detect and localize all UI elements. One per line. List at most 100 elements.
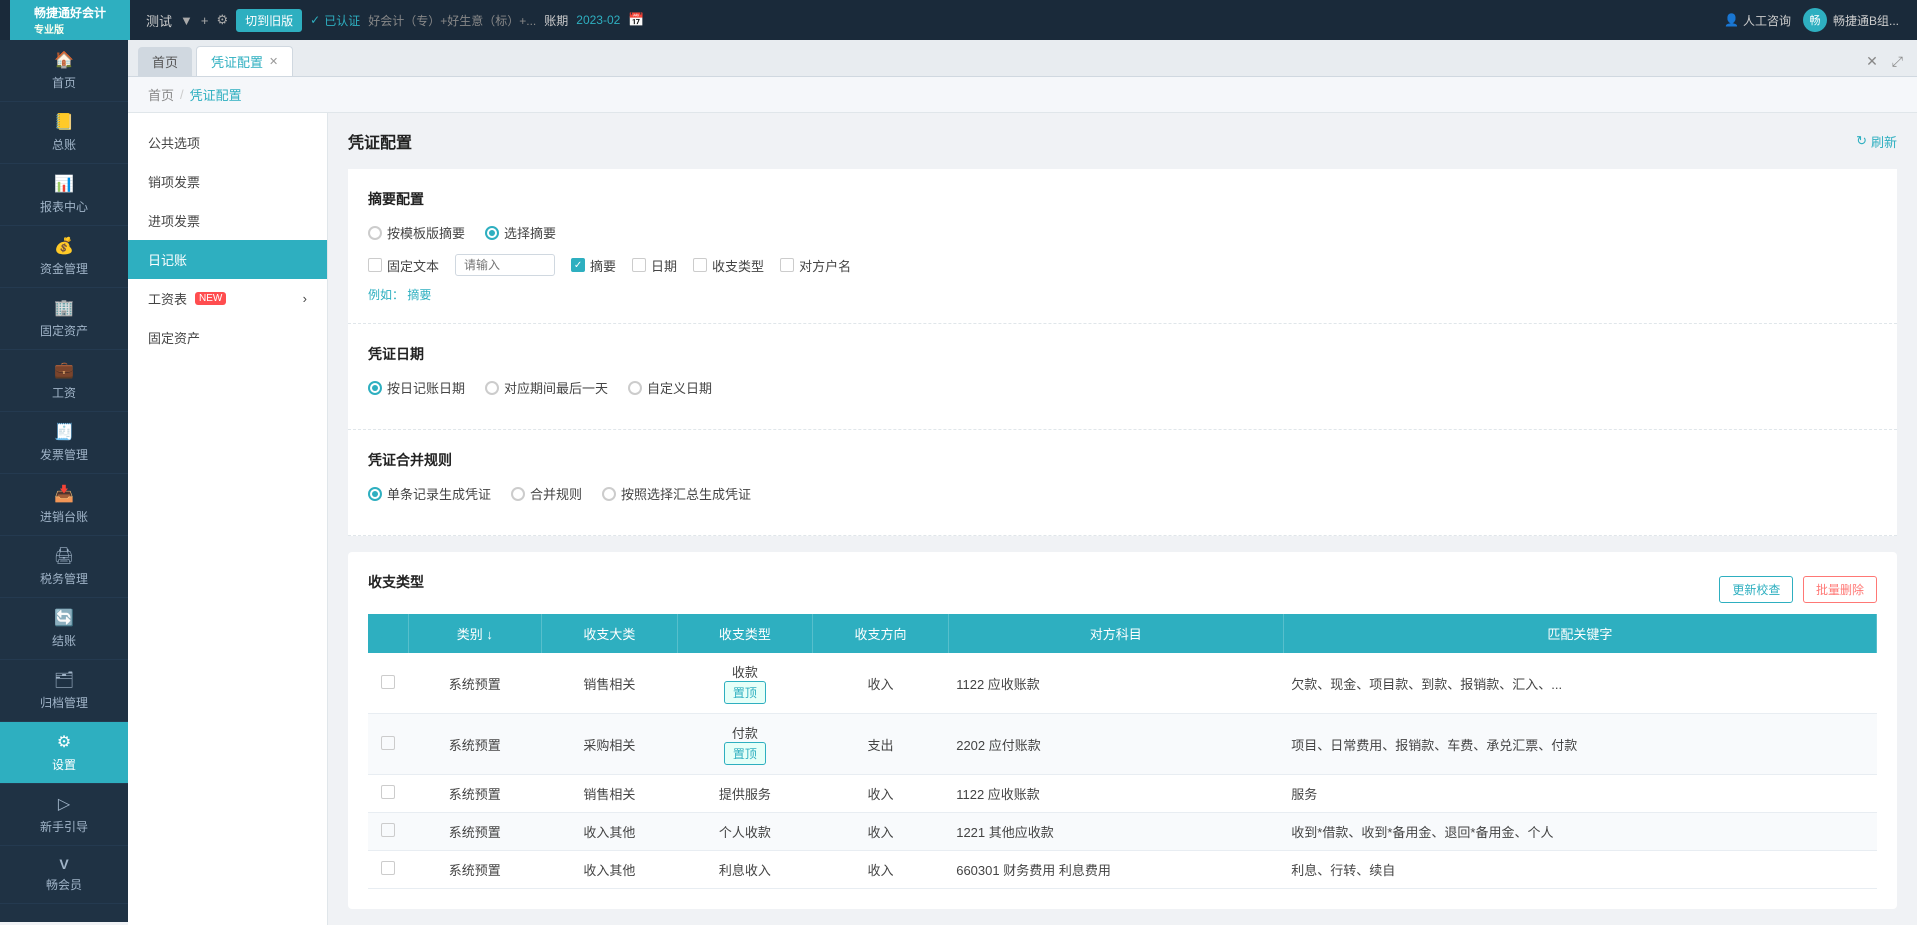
sub-sidebar-item-daily-ledger[interactable]: 日记账	[128, 240, 327, 279]
row-checkbox-0[interactable]	[381, 675, 395, 689]
sidebar-item-invoice-mgmt[interactable]: 🧾 发票管理	[0, 412, 128, 474]
home-icon: 🏠	[54, 50, 74, 70]
col-direction: 收支方向	[813, 614, 949, 653]
radio-dot-select-total	[602, 487, 616, 501]
tab-home[interactable]: 首页	[138, 47, 192, 76]
cell-type: 提供服务	[677, 775, 813, 813]
update-check-btn[interactable]: 更新校查	[1719, 576, 1793, 603]
radio-single[interactable]: 单条记录生成凭证	[368, 484, 491, 503]
summary-radio-group: 按模板版摘要 选择摘要	[368, 223, 1877, 242]
switch-old-version-btn[interactable]: 切到旧版	[236, 9, 302, 32]
ledger-icon: 📒	[54, 112, 74, 132]
batch-delete-btn[interactable]: 批量删除	[1803, 576, 1877, 603]
tab-bar: 首页 凭证配置 ✕ ✕ ⤢	[128, 40, 1917, 77]
merge-section-title: 凭证合并规则	[368, 450, 1877, 470]
radio-merge-rule[interactable]: 合并规则	[511, 484, 582, 503]
type-tag-btn[interactable]: 置顶	[724, 742, 766, 765]
row-checkbox-3[interactable]	[381, 823, 395, 837]
sidebar-item-salary[interactable]: 💼 工资	[0, 350, 128, 412]
sub-sidebar-item-purchase-invoice[interactable]: 进项发票	[128, 201, 327, 240]
breadcrumb-sep: /	[180, 87, 184, 102]
counterpart-checkbox[interactable]: 对方户名	[780, 256, 851, 275]
sidebar-label-member: 畅会员	[46, 876, 82, 893]
income-expense-section: 收支类型 更新校查 批量删除 类别 ↓	[348, 552, 1897, 909]
tab-voucher-config[interactable]: 凭证配置 ✕	[196, 46, 293, 76]
main-layout: 首页 凭证配置 ✕ ✕ ⤢ 首页 / 凭证配置 公共选项 销项发票 进项发票	[128, 40, 1917, 925]
radio-select-total[interactable]: 按照选择汇总生成凭证	[602, 484, 751, 503]
user-info[interactable]: 畅 畅捷通B组...	[1803, 8, 1899, 32]
sub-sidebar-item-payroll-table[interactable]: 工资表 NEW ›	[128, 279, 327, 318]
finance-icon: 💰	[54, 236, 74, 256]
row-checkbox-4[interactable]	[381, 861, 395, 875]
company-dropdown-icon[interactable]: ▼	[180, 13, 193, 28]
select-all-checkbox[interactable]	[381, 625, 395, 639]
radio-period-last[interactable]: 对应期间最后一天	[485, 378, 608, 397]
radio-dot-single	[368, 487, 382, 501]
row-checkbox-1[interactable]	[381, 736, 395, 750]
sidebar-item-assets[interactable]: 🏢 固定资产	[0, 288, 128, 350]
date-section-title: 凭证日期	[368, 344, 1877, 364]
radio-dot-template	[368, 226, 382, 240]
cell-category: 系统预置	[408, 813, 542, 851]
cell-type: 付款 置顶	[677, 714, 813, 775]
cell-checkbox[interactable]	[368, 714, 408, 775]
cell-match-keyword: 欠款、现金、项目款、到款、报销款、汇入、...	[1283, 653, 1876, 714]
expand-tab-btn[interactable]: ⤢	[1888, 51, 1907, 72]
cell-direction: 收入	[813, 653, 949, 714]
calendar-icon[interactable]: 📅	[628, 12, 644, 28]
table-row: 系统预置 销售相关 提供服务 收入 1122 应收账款 服务	[368, 775, 1877, 813]
sidebar: 🏠 首页 📒 总账 📊 报表中心 💰 资金管理 🏢 固定资产 💼 工资 🧾 发票…	[0, 40, 128, 922]
sidebar-item-archive[interactable]: 🗂 归档管理	[0, 660, 128, 722]
cell-checkbox[interactable]	[368, 813, 408, 851]
sub-sidebar-item-sales-invoice[interactable]: 销项发票	[128, 162, 327, 201]
cell-checkbox[interactable]	[368, 775, 408, 813]
col-category[interactable]: 类别 ↓	[408, 614, 542, 653]
summary-checkbox[interactable]: ✓ 摘要	[571, 256, 616, 275]
sub-sidebar-item-public[interactable]: 公共选项	[128, 123, 327, 162]
table-row: 系统预置 销售相关 收款 置顶 收入 1122 应收账款 欠款、现金、项目款、到…	[368, 653, 1877, 714]
refresh-btn[interactable]: ↻ 刷新	[1856, 132, 1897, 151]
sidebar-item-guide[interactable]: ▷ 新手引导	[0, 784, 128, 846]
sidebar-item-reports[interactable]: 📊 报表中心	[0, 164, 128, 226]
radio-template-summary[interactable]: 按模板版摘要	[368, 223, 465, 242]
sidebar-item-member[interactable]: V 畅会员	[0, 846, 128, 904]
guide-icon: ▷	[58, 794, 70, 814]
settings-icon: ⚙	[57, 732, 71, 752]
close-all-tab-btn[interactable]: ✕	[1862, 51, 1882, 72]
sidebar-item-purchase[interactable]: 📥 进销台账	[0, 474, 128, 536]
account-tags: 好会计（专）+好生意（标）+...	[368, 12, 536, 29]
fixed-text-checkbox[interactable]: 固定文本	[368, 256, 439, 275]
cell-main-type: 销售相关	[542, 653, 678, 714]
sub-sidebar-item-fixed-assets[interactable]: 固定资产	[128, 318, 327, 357]
sidebar-item-ledger[interactable]: 📒 总账	[0, 102, 128, 164]
cell-checkbox[interactable]	[368, 851, 408, 889]
sidebar-item-finance[interactable]: 💰 资金管理	[0, 226, 128, 288]
breadcrumb-home[interactable]: 首页	[148, 85, 174, 104]
cell-main-type: 收入其他	[542, 851, 678, 889]
sidebar-item-home[interactable]: 🏠 首页	[0, 40, 128, 102]
fixed-text-input[interactable]	[455, 254, 555, 276]
consult-btn[interactable]: 👤 人工咨询	[1724, 12, 1791, 29]
company-name: 测试	[146, 11, 172, 30]
radio-custom-date[interactable]: 自定义日期	[628, 378, 712, 397]
sidebar-label-purchase: 进销台账	[40, 508, 88, 525]
type-tag-btn[interactable]: 置顶	[724, 681, 766, 704]
table-row: 系统预置 收入其他 利息收入 收入 660301 财务费用 利息费用 利息、行转…	[368, 851, 1877, 889]
table-row: 系统预置 收入其他 个人收款 收入 1221 其他应收款 收到*借款、收到*备用…	[368, 813, 1877, 851]
add-btn[interactable]: +	[201, 13, 209, 28]
cell-checkbox[interactable]	[368, 653, 408, 714]
cell-contra-account: 660301 财务费用 利息费用	[948, 851, 1283, 889]
date-checkbox[interactable]: 日期	[632, 256, 677, 275]
sidebar-item-tax[interactable]: 🖨 税务管理	[0, 536, 128, 598]
type-checkbox[interactable]: 收支类型	[693, 256, 764, 275]
sidebar-item-settings[interactable]: ⚙ 设置	[0, 722, 128, 784]
radio-select-summary[interactable]: 选择摘要	[485, 223, 556, 242]
period-value[interactable]: 2023-02	[576, 13, 620, 27]
cell-category: 系统预置	[408, 851, 542, 889]
tab-close-btn[interactable]: ✕	[269, 55, 278, 68]
row-checkbox-2[interactable]	[381, 785, 395, 799]
breadcrumb: 首页 / 凭证配置	[128, 77, 1917, 113]
sidebar-item-settlement[interactable]: 🔄 结账	[0, 598, 128, 660]
radio-by-date[interactable]: 按日记账日期	[368, 378, 465, 397]
settings-icon[interactable]: ⚙	[216, 12, 228, 28]
